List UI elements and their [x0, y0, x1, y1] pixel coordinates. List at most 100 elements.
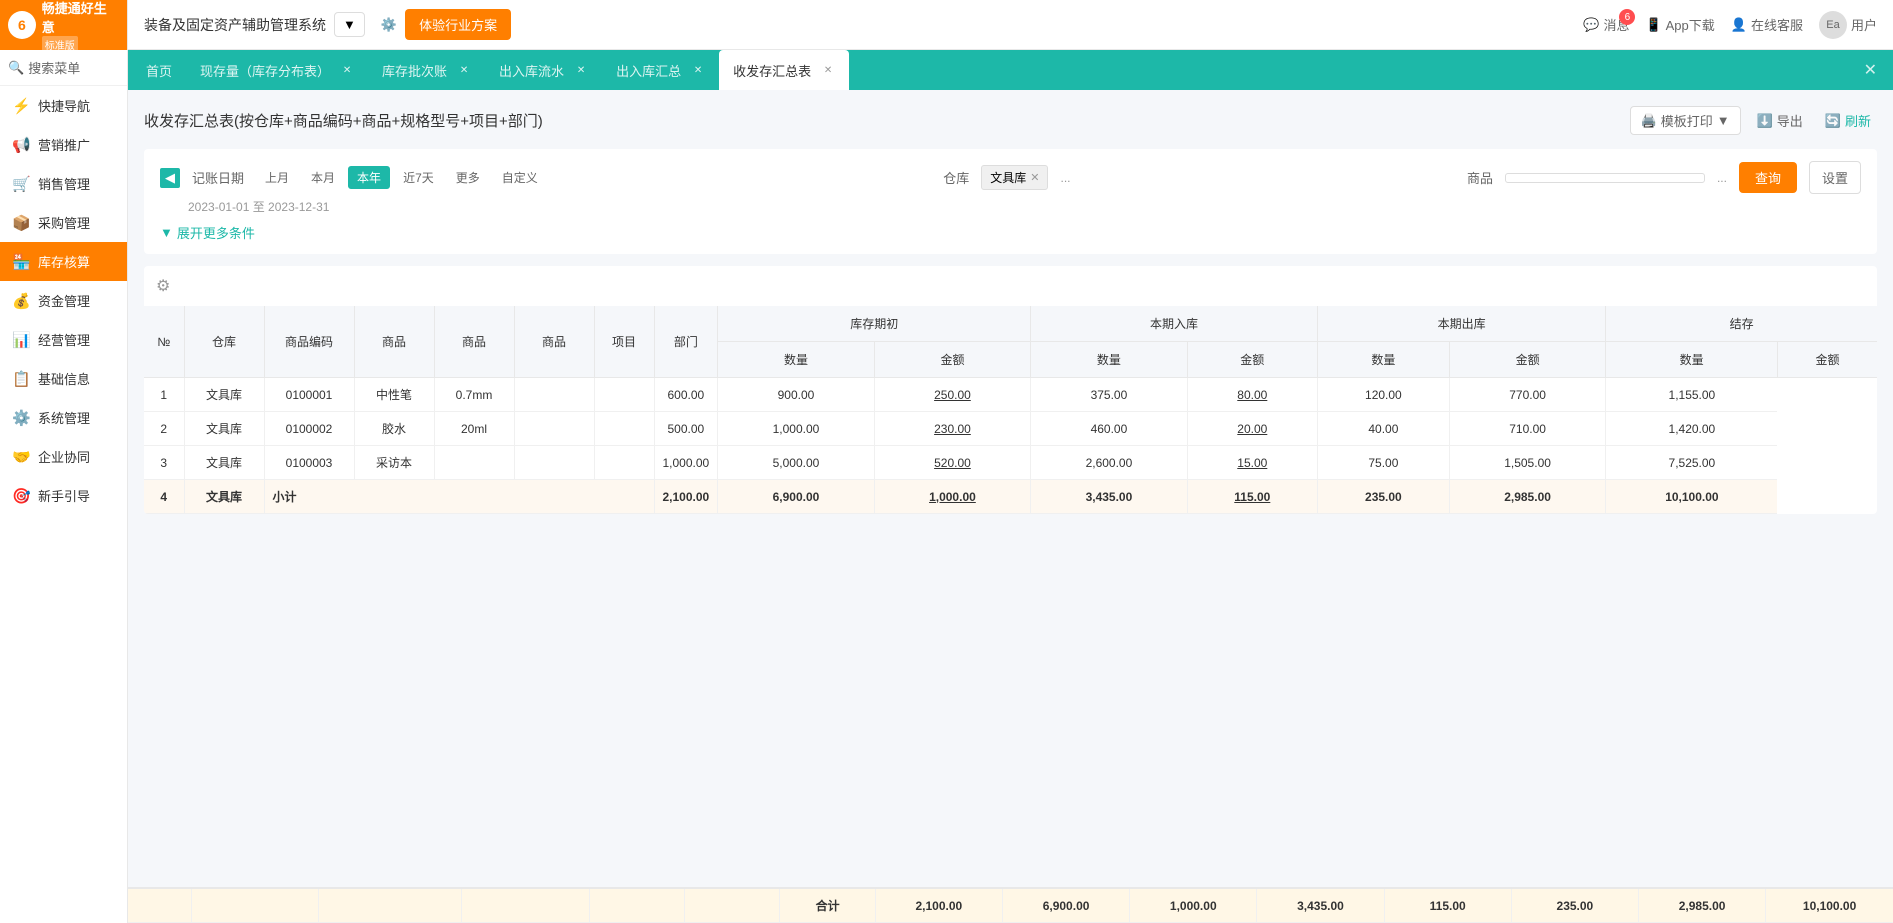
- sidebar-item-enterprise[interactable]: 🤝 企业协同: [0, 437, 127, 476]
- tab-recv-send-summary[interactable]: 收发存汇总表 ✕: [719, 50, 849, 90]
- subtotal-label: 小计: [264, 480, 654, 514]
- experience-btn[interactable]: 体验行业方案: [405, 9, 511, 40]
- date-btn-last-month[interactable]: 上月: [256, 166, 298, 189]
- sidebar-item-label: 营销推广: [38, 135, 90, 154]
- tab-batch[interactable]: 库存批次账 ✕: [368, 50, 485, 90]
- sidebar-item-label: 基础信息: [38, 369, 90, 388]
- top-header: 装备及固定资产辅助管理系统 ▼ ⚙️ 体验行业方案 💬 消息 6 📱 App下载…: [128, 0, 1893, 50]
- system-icon: ⚙️: [12, 409, 30, 427]
- user-menu[interactable]: Ea 用户: [1819, 11, 1877, 39]
- search-icon: 🔍: [8, 60, 24, 76]
- online-service-btn[interactable]: 👤 在线客服: [1731, 15, 1803, 34]
- warehouse-tag-close[interactable]: ✕: [1030, 171, 1039, 184]
- date-btn-this-year[interactable]: 本年: [348, 166, 390, 189]
- total-opening-qty: 2,100.00: [875, 889, 1002, 923]
- cell-in-qty[interactable]: 230.00: [874, 412, 1030, 446]
- gear-settings[interactable]: ⚙️: [381, 17, 397, 33]
- cell-closing-qty: 770.00: [1449, 378, 1605, 412]
- sidebar-item-base-info[interactable]: 📋 基础信息: [0, 359, 127, 398]
- tab-inout-summary[interactable]: 出入库汇总 ✕: [602, 50, 719, 90]
- cell-in-qty[interactable]: 250.00: [874, 378, 1030, 412]
- sidebar-item-business[interactable]: 📊 经营管理: [0, 320, 127, 359]
- sidebar-item-sales[interactable]: 🛒 销售管理: [0, 164, 127, 203]
- total-in-qty: 1,000.00: [1130, 889, 1257, 923]
- date-buttons: 上月 本月 本年 近7天 更多 自定义: [256, 166, 547, 189]
- export-btn[interactable]: ⬇️ 导出: [1751, 107, 1809, 134]
- sidebar-item-label: 资金管理: [38, 291, 90, 310]
- cell-spec: 20ml: [434, 412, 514, 446]
- total-out-amt: 235.00: [1511, 889, 1638, 923]
- sidebar-item-guide[interactable]: 🎯 新手引导: [0, 476, 127, 515]
- th-in-amt: 金额: [1187, 342, 1317, 378]
- cell-project: [514, 446, 594, 480]
- tab-home[interactable]: 首页: [132, 50, 186, 90]
- tab-batch-close[interactable]: ✕: [457, 63, 471, 77]
- sidebar-item-inventory[interactable]: 🏪 库存核算: [0, 242, 127, 281]
- messages-btn[interactable]: 💬 消息 6: [1583, 15, 1629, 34]
- date-btn-more[interactable]: 更多: [447, 166, 489, 189]
- page-actions: 🖨️ 模板打印 ▼ ⬇️ 导出 🔄 刷新: [1630, 106, 1877, 135]
- filter-toggle-btn[interactable]: ◀: [160, 168, 180, 188]
- tab-inout-flow[interactable]: 出入库流水 ✕: [485, 50, 602, 90]
- date-btn-custom[interactable]: 自定义: [493, 166, 547, 189]
- tab-inventory-dist-close[interactable]: ✕: [340, 63, 354, 77]
- page-title-text: 收发存汇总表(按仓库+商品编码+商品+规格型号+项目+部门): [144, 110, 543, 131]
- sidebar-item-label: 新手引导: [38, 486, 90, 505]
- cell-out-amt: 75.00: [1317, 446, 1449, 480]
- total-label-cell: [128, 889, 192, 923]
- tab-bar-close-all[interactable]: ✕: [1852, 60, 1889, 80]
- tab-inout-summary-label: 出入库汇总: [616, 61, 681, 80]
- cell-warehouse: 文具库: [184, 446, 264, 480]
- system-dropdown[interactable]: ▼: [334, 12, 365, 37]
- sidebar-item-finance[interactable]: 💰 资金管理: [0, 281, 127, 320]
- subtotal-out-qty[interactable]: 115.00: [1187, 480, 1317, 514]
- total-spacer2: [462, 889, 589, 923]
- cell-in-qty[interactable]: 520.00: [874, 446, 1030, 480]
- sidebar-item-purchase[interactable]: 📦 采购管理: [0, 203, 127, 242]
- header-right: 💬 消息 6 📱 App下载 👤 在线客服 Ea 用户: [1583, 11, 1877, 39]
- refresh-btn[interactable]: 🔄 刷新: [1819, 107, 1877, 134]
- print-btn[interactable]: 🖨️ 模板打印 ▼: [1630, 106, 1741, 135]
- logo-icon: 6: [8, 11, 36, 39]
- date-btn-this-month[interactable]: 本月: [302, 166, 344, 189]
- sidebar-item-system[interactable]: ⚙️ 系统管理: [0, 398, 127, 437]
- query-btn[interactable]: 查询: [1739, 162, 1797, 193]
- tab-recv-send-label: 收发存汇总表: [733, 61, 811, 80]
- table-row: 1 文具库 0100001 中性笔 0.7mm 600.00 900.00 25…: [144, 378, 1877, 412]
- cell-in-amt: 2,600.00: [1031, 446, 1187, 480]
- tab-inout-flow-close[interactable]: ✕: [574, 63, 588, 77]
- tab-inventory-dist[interactable]: 现存量（库存分布表） ✕: [186, 50, 368, 90]
- subtotal-out-amt: 235.00: [1317, 480, 1449, 514]
- cell-code: 0100003: [264, 446, 354, 480]
- print-dropdown-icon: ▼: [1717, 113, 1730, 128]
- cell-opening-amt: 5,000.00: [718, 446, 874, 480]
- total-row: 合计 2,100.00 6,900.00 1,000.00 3,435.00 1…: [128, 889, 1893, 923]
- th-opening-amt: 金额: [874, 342, 1030, 378]
- app-download-btn[interactable]: 📱 App下载: [1645, 15, 1714, 34]
- cell-out-qty[interactable]: 80.00: [1187, 378, 1317, 412]
- expand-more-btn[interactable]: ▼ 展开更多条件: [160, 223, 1861, 242]
- sidebar-item-quick-nav[interactable]: ⚡ 快捷导航: [0, 86, 127, 125]
- warehouse-more[interactable]: ...: [1060, 171, 1070, 185]
- th-dept: 部门: [654, 306, 718, 378]
- th-name1: 商品: [354, 306, 434, 378]
- expand-label: 展开更多条件: [177, 223, 255, 242]
- date-btn-7days[interactable]: 近7天: [394, 166, 443, 189]
- sidebar-item-label: 采购管理: [38, 213, 90, 232]
- sidebar-search[interactable]: 🔍 搜索菜单: [0, 50, 127, 86]
- sidebar-item-label: 快捷导航: [38, 96, 90, 115]
- tab-recv-send-close[interactable]: ✕: [821, 63, 835, 77]
- cell-out-qty[interactable]: 15.00: [1187, 446, 1317, 480]
- tab-inout-summary-close[interactable]: ✕: [691, 63, 705, 77]
- cell-out-qty[interactable]: 20.00: [1187, 412, 1317, 446]
- table-row: 2 文具库 0100002 胶水 20ml 500.00 1,000.00 23…: [144, 412, 1877, 446]
- settings-btn[interactable]: 设置: [1809, 161, 1861, 194]
- goods-more[interactable]: ...: [1717, 171, 1727, 185]
- subtotal-in-qty[interactable]: 1,000.00: [874, 480, 1030, 514]
- cell-code: 0100002: [264, 412, 354, 446]
- cell-opening-amt: 900.00: [718, 378, 874, 412]
- sidebar-item-marketing[interactable]: 📢 营销推广: [0, 125, 127, 164]
- th-opening-qty: 数量: [718, 342, 874, 378]
- table-settings-icon[interactable]: ⚙: [156, 276, 170, 296]
- goods-input[interactable]: [1505, 173, 1705, 183]
